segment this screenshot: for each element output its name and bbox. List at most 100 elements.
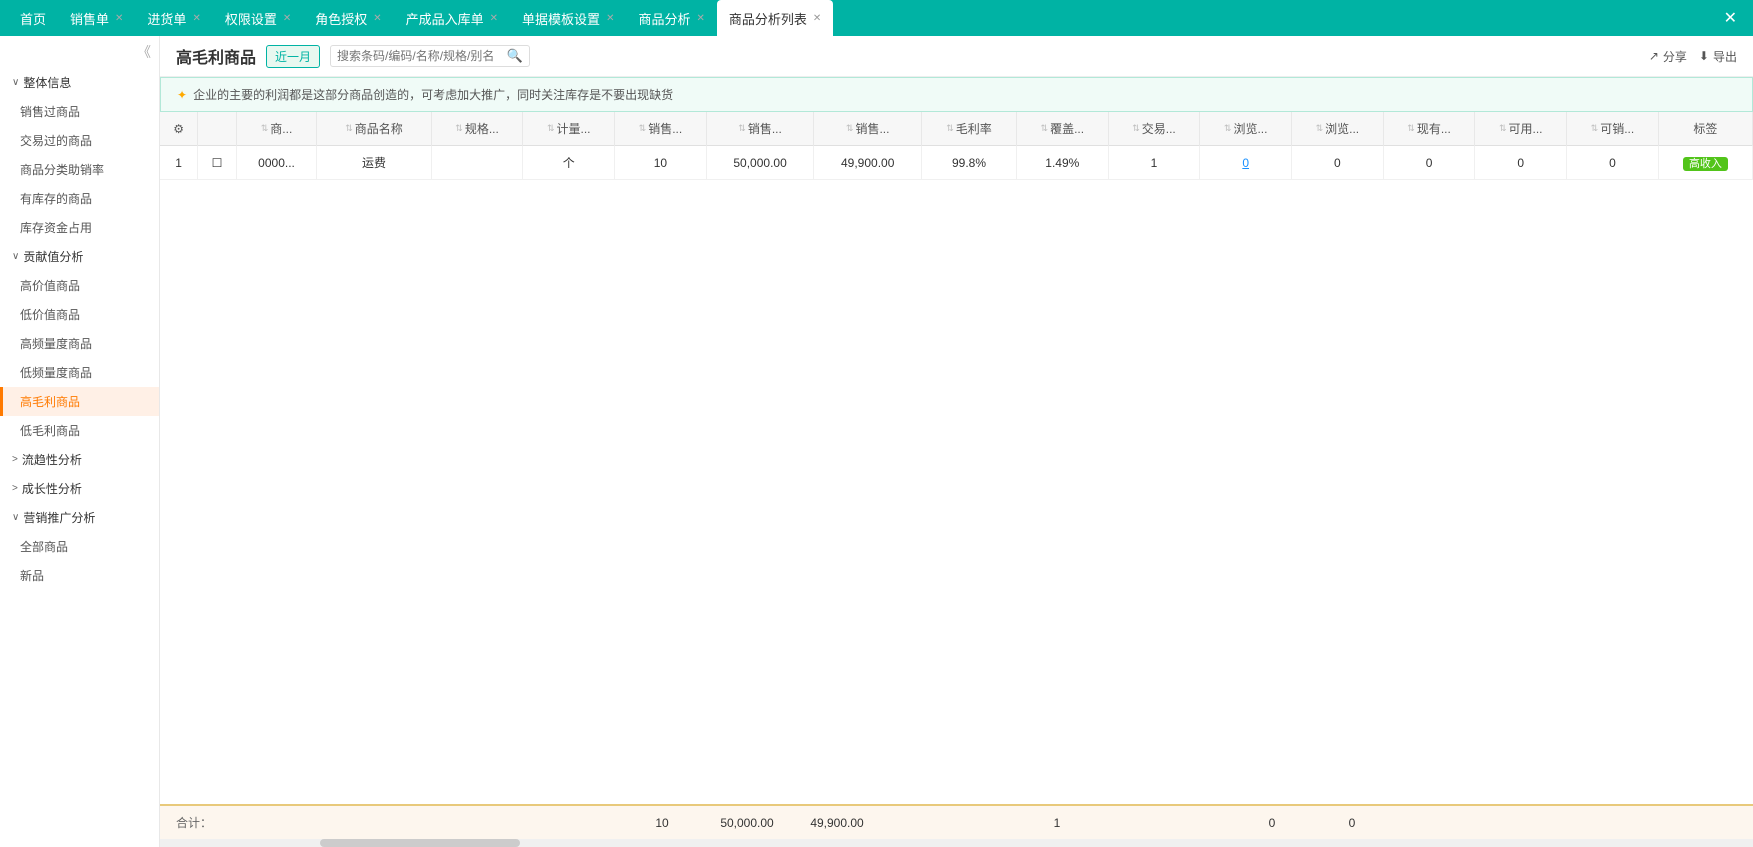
col-header-code[interactable]: ⇅商...	[236, 112, 317, 146]
sidebar-group-label-financial: 贡献值分析	[23, 248, 83, 265]
tab-home[interactable]: 首页	[8, 0, 58, 36]
scrollbar-thumb	[320, 839, 520, 847]
col-header-name[interactable]: ⇅商品名称	[317, 112, 431, 146]
footer-spacer	[352, 816, 472, 830]
col-header-sales-qty[interactable]: ⇅销售...	[615, 112, 707, 146]
sidebar-item-sales-goods[interactable]: 销售过商品	[0, 97, 159, 126]
sidebar-group-label-growth: 成长性分析	[22, 480, 82, 497]
col-header-browse2[interactable]: ⇅浏览...	[1292, 112, 1384, 146]
col-header-saleable[interactable]: ⇅可销...	[1567, 112, 1659, 146]
sidebar-group-arrow-marketing: ∨	[12, 512, 19, 523]
sidebar-item-stock-funds[interactable]: 库存资金占用	[0, 213, 159, 242]
sidebar-item-traded-goods[interactable]: 交易过的商品	[0, 126, 159, 155]
col-header-coverage[interactable]: ⇅覆盖...	[1016, 112, 1108, 146]
sidebar-group-marketing[interactable]: ∨营销推广分析	[0, 503, 159, 532]
col-header-browse1[interactable]: ⇅浏览...	[1200, 112, 1292, 146]
tab-products-in[interactable]: 产成品入库单 ✕	[394, 0, 510, 36]
tab-label-template: 单据模板设置	[522, 9, 600, 28]
sidebar-item-in-stock[interactable]: 有库存的商品	[0, 184, 159, 213]
sidebar-group-growth[interactable]: >成长性分析	[0, 474, 159, 503]
tab-label-home: 首页	[20, 9, 46, 28]
sidebar-item-new-goods[interactable]: 新品	[0, 561, 159, 590]
sidebar: 《 ∨整体信息销售过商品交易过的商品商品分类助销率有库存的商品库存资金占用∨贡献…	[0, 36, 160, 847]
sidebar-group-arrow-overall: ∨	[12, 77, 19, 88]
tab-close-analysis-list[interactable]: ✕	[813, 13, 821, 24]
info-banner: ✦ 企业的主要的利润都是这部分商品创造的，可考虑加大推广，同时关注库存是不要出现…	[160, 77, 1753, 112]
cell-spec	[431, 146, 523, 180]
sort-icon-gross-rate: ⇅	[946, 123, 954, 134]
page-title: 高毛利商品	[176, 44, 256, 68]
col-header-current[interactable]: ⇅现有...	[1383, 112, 1475, 146]
col-label-browse1: 浏览...	[1233, 120, 1267, 137]
sidebar-item-low-profit[interactable]: 低毛利商品	[0, 416, 159, 445]
footer-spacer	[232, 816, 262, 830]
tab-sales[interactable]: 销售单 ✕	[58, 0, 135, 36]
tab-purchase[interactable]: 进货单✕	[135, 0, 212, 36]
header-actions: ↗ 分享 ⬇ 导出	[1649, 48, 1737, 65]
sort-icon-browse1: ⇅	[1224, 123, 1232, 134]
sidebar-item-all-goods[interactable]: 全部商品	[0, 532, 159, 561]
footer-spacer	[292, 816, 352, 830]
tab-close-permissions[interactable]: ✕	[283, 13, 291, 24]
tab-close-sales[interactable]: ✕	[115, 13, 123, 24]
col-header-trade[interactable]: ⇅交易...	[1108, 112, 1200, 146]
tab-analysis[interactable]: 商品分析 ✕	[626, 0, 716, 36]
col-header-unit[interactable]: ⇅计量...	[523, 112, 615, 146]
tab-close-template[interactable]: ✕	[606, 13, 614, 24]
sidebar-group-label-trend: 流趋性分析	[22, 451, 82, 468]
col-header-sales-amt[interactable]: ⇅销售...	[706, 112, 814, 146]
window-close-icon[interactable]: ✕	[1716, 8, 1745, 28]
collapse-icon[interactable]: 《	[137, 42, 151, 62]
col-header-sales-cost[interactable]: ⇅销售...	[814, 112, 922, 146]
sidebar-group-trend[interactable]: > 流趋性分析	[0, 445, 159, 474]
col-header-spec[interactable]: ⇅规格...	[431, 112, 523, 146]
tab-close-products-in[interactable]: ✕	[490, 13, 498, 24]
tab-label-products-in: 产成品入库单	[406, 9, 484, 28]
sidebar-item-goods-assist[interactable]: 商品分类助销率	[0, 155, 159, 184]
footer-spacer	[1092, 816, 1162, 830]
sidebar-item-high-freq[interactable]: 高频量度商品	[0, 329, 159, 358]
tab-label-analysis-list: 商品分析列表	[729, 9, 807, 28]
tab-permissions[interactable]: 权限设置✕	[213, 0, 303, 36]
table-wrapper: ⚙⇅商...⇅商品名称⇅规格...⇅计量...⇅销售...⇅销售...⇅销售..…	[160, 112, 1753, 804]
sidebar-item-high-value[interactable]: 高价值商品	[0, 271, 159, 300]
sidebar-group-overall[interactable]: ∨整体信息	[0, 68, 159, 97]
share-button[interactable]: ↗ 分享	[1649, 48, 1687, 65]
cell-browse1[interactable]: 0	[1200, 146, 1292, 180]
cell-checkbox[interactable]: ☐	[198, 146, 237, 180]
main-body: 《 ∨整体信息销售过商品交易过的商品商品分类助销率有库存的商品库存资金占用∨贡献…	[0, 36, 1753, 847]
tab-close-purchase[interactable]: ✕	[192, 13, 200, 24]
col-label-current: 现有...	[1417, 120, 1451, 137]
bottom-scrollbar[interactable]	[160, 839, 1753, 847]
tab-roles[interactable]: 角色授权✕	[303, 0, 393, 36]
data-table: ⚙⇅商...⇅商品名称⇅规格...⇅计量...⇅销售...⇅销售...⇅销售..…	[160, 112, 1753, 180]
sidebar-group-arrow-trend: >	[12, 454, 18, 465]
tab-template[interactable]: 单据模板设置 ✕	[510, 0, 626, 36]
export-button[interactable]: ⬇ 导出	[1699, 48, 1737, 65]
col-header-gross-rate[interactable]: ⇅毛利率	[922, 112, 1017, 146]
sidebar-item-low-freq[interactable]: 低频量度商品	[0, 358, 159, 387]
filter-btn[interactable]: 近一月	[266, 45, 320, 68]
tab-close-analysis[interactable]: ✕	[696, 13, 704, 24]
sort-icon-current: ⇅	[1407, 123, 1415, 134]
footer-spacer	[952, 816, 1022, 830]
tab-label-analysis: 商品分析	[638, 9, 690, 28]
col-header-available[interactable]: ⇅可用...	[1475, 112, 1567, 146]
tab-close-roles[interactable]: ✕	[373, 13, 381, 24]
export-icon: ⬇	[1699, 49, 1709, 63]
tab-label-sales: 销售单	[70, 9, 109, 28]
sort-icon-code: ⇅	[261, 123, 269, 134]
tag-badge: 高收入	[1683, 157, 1728, 171]
sort-icon-trade: ⇅	[1132, 123, 1140, 134]
tab-analysis-list[interactable]: 商品分析列表 ✕	[717, 0, 833, 36]
col-label-browse2: 浏览...	[1325, 120, 1359, 137]
footer-available: 0	[1312, 816, 1392, 830]
col-label-tag: 标签	[1693, 120, 1717, 137]
col-label-settings: ⚙	[173, 122, 184, 136]
search-input[interactable]	[337, 49, 503, 63]
sidebar-item-low-value[interactable]: 低价值商品	[0, 300, 159, 329]
link-cell-browse1[interactable]: 0	[1242, 156, 1249, 170]
sidebar-item-high-profit[interactable]: 高毛利商品	[0, 387, 159, 416]
sort-icon-sales-amt: ⇅	[738, 123, 746, 134]
sidebar-group-financial[interactable]: ∨贡献值分析	[0, 242, 159, 271]
